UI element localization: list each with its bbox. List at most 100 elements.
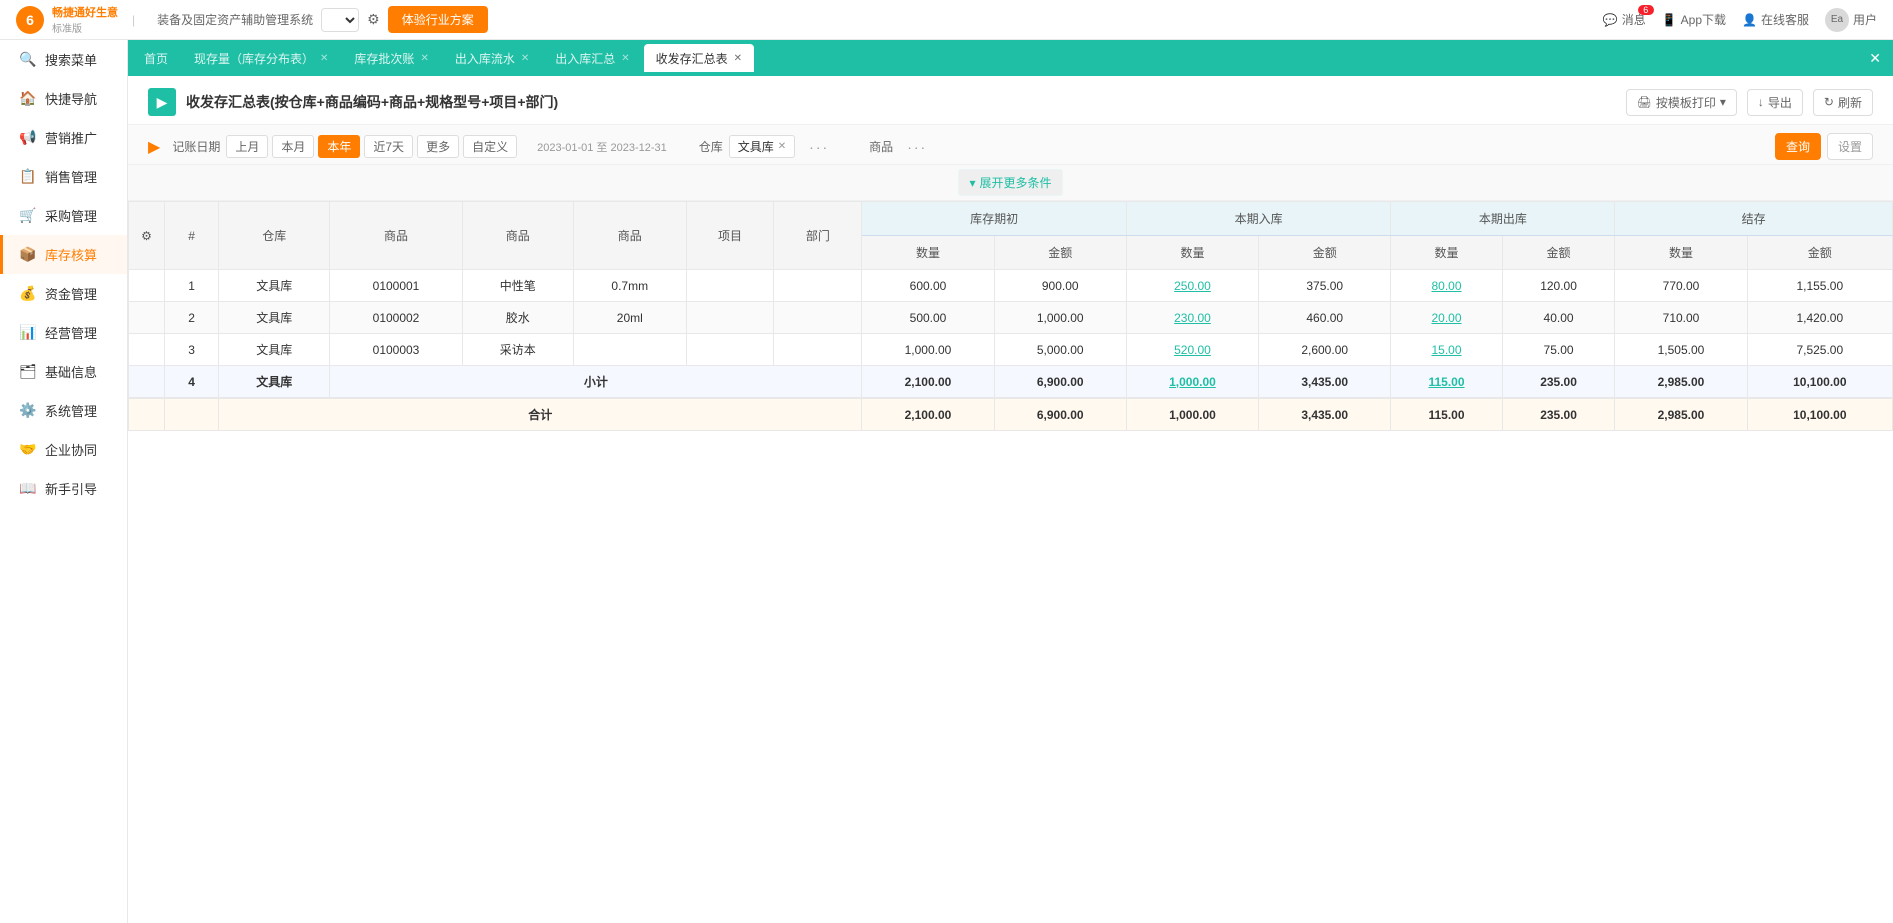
td-in-amt: 2,600.00 — [1259, 334, 1391, 366]
td-init-qty: 500.00 — [862, 302, 994, 334]
tab-batch[interactable]: 库存批次账 ✕ — [342, 44, 440, 72]
tab-close-icon[interactable]: ✕ — [621, 53, 629, 64]
sidebar-item-guide[interactable]: 📖 新手引导 — [0, 469, 127, 508]
expand-sidebar-btn[interactable]: ▶ — [148, 88, 176, 116]
td-init-amt: 900.00 — [994, 270, 1126, 302]
td-in-qty[interactable]: 520.00 — [1126, 334, 1258, 366]
tab-inventory-dist[interactable]: 现存量（库存分布表） ✕ — [182, 44, 340, 72]
td-total-init-qty: 2,100.00 — [862, 398, 994, 431]
table-row: 1 文具库 0100001 中性笔 0.7mm 600.00 900.00 25… — [129, 270, 1893, 302]
td-in-qty[interactable]: 230.00 — [1126, 302, 1258, 334]
export-btn[interactable]: ↓ 导出 — [1747, 89, 1803, 116]
sidebar-item-marketing[interactable]: 📢 营销推广 — [0, 118, 127, 157]
td-dept — [774, 334, 862, 366]
td-expand[interactable] — [129, 334, 165, 366]
th-period-out: 本期出库 — [1391, 202, 1615, 236]
td-out-qty[interactable]: 15.00 — [1391, 334, 1502, 366]
td-total-bal-qty: 2,985.00 — [1615, 398, 1747, 431]
td-code: 0100003 — [330, 334, 462, 366]
sidebar-item-finance[interactable]: 💰 资金管理 — [0, 274, 127, 313]
sidebar-item-inventory[interactable]: 📦 库存核算 — [0, 235, 127, 274]
filter-arrow-btn[interactable]: ▶ — [148, 137, 160, 157]
top-bar-right: 💬 消息 6 📱 App下载 👤 在线客服 Ea 用户 — [1603, 8, 1877, 32]
sidebar-item-sales[interactable]: 📋 销售管理 — [0, 157, 127, 196]
td-expand[interactable] — [129, 302, 165, 334]
td-project — [686, 270, 774, 302]
refresh-icon: ↻ — [1824, 95, 1834, 109]
service-icon: 👤 — [1742, 13, 1757, 27]
td-subtotal-init-amt: 6,900.00 — [994, 366, 1126, 399]
sidebar-item-basic[interactable]: 🗂 基础信息 — [0, 352, 127, 391]
tab-inout-summary[interactable]: 出入库汇总 ✕ — [543, 44, 641, 72]
date-btn-more[interactable]: 更多 — [417, 135, 459, 158]
td-total-in-qty: 1,000.00 — [1126, 398, 1258, 431]
sidebar-item-quicknav[interactable]: 🏠 快捷导航 — [0, 79, 127, 118]
date-btn-custom[interactable]: 自定义 — [463, 135, 517, 158]
td-project — [686, 334, 774, 366]
try-btn[interactable]: 体验行业方案 — [388, 6, 488, 33]
td-dept — [774, 302, 862, 334]
summary-table: ⚙ # 仓库 商品 商品 商品 项目 部门 库存期初 本期入库 — [128, 201, 1893, 431]
expand-conditions-btn[interactable]: ▾ 展开更多条件 — [958, 169, 1062, 196]
online-service-btn[interactable]: 👤 在线客服 — [1742, 11, 1809, 28]
user-btn[interactable]: Ea 用户 — [1825, 8, 1877, 32]
query-btn[interactable]: 查询 — [1775, 133, 1821, 160]
td-expand[interactable] — [129, 270, 165, 302]
notification-btn[interactable]: 💬 消息 6 — [1603, 11, 1646, 28]
warehouse-tag[interactable]: 文具库 ✕ — [729, 135, 795, 158]
system-select[interactable] — [321, 8, 359, 32]
td-spec — [573, 334, 686, 366]
td-subtotal-warehouse: 文具库 — [219, 366, 330, 399]
logo-icon: 6 — [16, 6, 44, 34]
td-bal-qty: 710.00 — [1615, 302, 1747, 334]
td-bal-qty: 770.00 — [1615, 270, 1747, 302]
tab-close-icon[interactable]: ✕ — [320, 53, 328, 64]
sidebar-item-search[interactable]: 🔍 搜索菜单 — [0, 40, 127, 79]
sidebar-item-system[interactable]: ⚙️ 系统管理 — [0, 391, 127, 430]
th-out-amt: 金额 — [1502, 236, 1615, 270]
goods-more-btn[interactable]: ··· — [899, 137, 935, 157]
sidebar-item-collab[interactable]: 🤝 企业协同 — [0, 430, 127, 469]
td-subtotal-out-qty[interactable]: 115.00 — [1391, 366, 1502, 399]
goods-filter-group: 商品 ··· — [869, 137, 935, 157]
td-out-qty[interactable]: 80.00 — [1391, 270, 1502, 302]
settings-icon: ⚙ — [141, 229, 152, 243]
tab-bar-close-btn[interactable]: ✕ — [1861, 46, 1889, 71]
td-subtotal-in-qty[interactable]: 1,000.00 — [1126, 366, 1258, 399]
td-out-qty[interactable]: 20.00 — [1391, 302, 1502, 334]
td-bal-amt: 7,525.00 — [1747, 334, 1892, 366]
td-total-bal-amt: 10,100.00 — [1747, 398, 1892, 431]
date-btn-this-year[interactable]: 本年 — [318, 135, 360, 158]
tab-recv-send-summary[interactable]: 收发存汇总表 ✕ — [644, 44, 754, 72]
th-spec: 商品 — [573, 202, 686, 270]
th-in-amt: 金额 — [1259, 236, 1391, 270]
gear-icon[interactable]: ⚙ — [367, 11, 380, 28]
td-total-out-amt: 235.00 — [1502, 398, 1615, 431]
td-in-qty[interactable]: 250.00 — [1126, 270, 1258, 302]
td-subtotal-in-amt: 3,435.00 — [1259, 366, 1391, 399]
app-download-btn[interactable]: 📱 App下载 — [1662, 11, 1726, 28]
guide-icon: 📖 — [19, 480, 37, 497]
td-no: 1 — [165, 270, 219, 302]
tab-close-icon[interactable]: ✕ — [420, 53, 428, 64]
sidebar-item-purchase[interactable]: 🛒 采购管理 — [0, 196, 127, 235]
tab-close-icon[interactable]: ✕ — [734, 53, 742, 64]
date-btn-prev-month[interactable]: 上月 — [226, 135, 268, 158]
tab-home[interactable]: 首页 — [132, 44, 180, 72]
date-btn-7days[interactable]: 近7天 — [364, 135, 413, 158]
total-row: 合计 2,100.00 6,900.00 1,000.00 3,435.00 1… — [129, 398, 1893, 431]
td-code: 0100001 — [330, 270, 462, 302]
warehouse-more-btn[interactable]: ··· — [801, 137, 837, 157]
tab-close-icon[interactable]: ✕ — [521, 53, 529, 64]
warehouse-tag-close[interactable]: ✕ — [778, 141, 786, 152]
th-settings[interactable]: ⚙ — [129, 202, 165, 270]
settings-btn[interactable]: 设置 — [1827, 133, 1873, 160]
refresh-btn[interactable]: ↻ 刷新 — [1813, 89, 1873, 116]
date-btn-this-month[interactable]: 本月 — [272, 135, 314, 158]
th-balance: 结存 — [1615, 202, 1893, 236]
print-btn[interactable]: 🖨 按模板打印 ▾ — [1626, 89, 1737, 116]
date-range-btns: 上月 本月 本年 近7天 更多 自定义 — [226, 135, 517, 158]
sidebar-item-operation[interactable]: 📊 经营管理 — [0, 313, 127, 352]
th-init-qty: 数量 — [862, 236, 994, 270]
tab-inout-flow[interactable]: 出入库流水 ✕ — [443, 44, 541, 72]
